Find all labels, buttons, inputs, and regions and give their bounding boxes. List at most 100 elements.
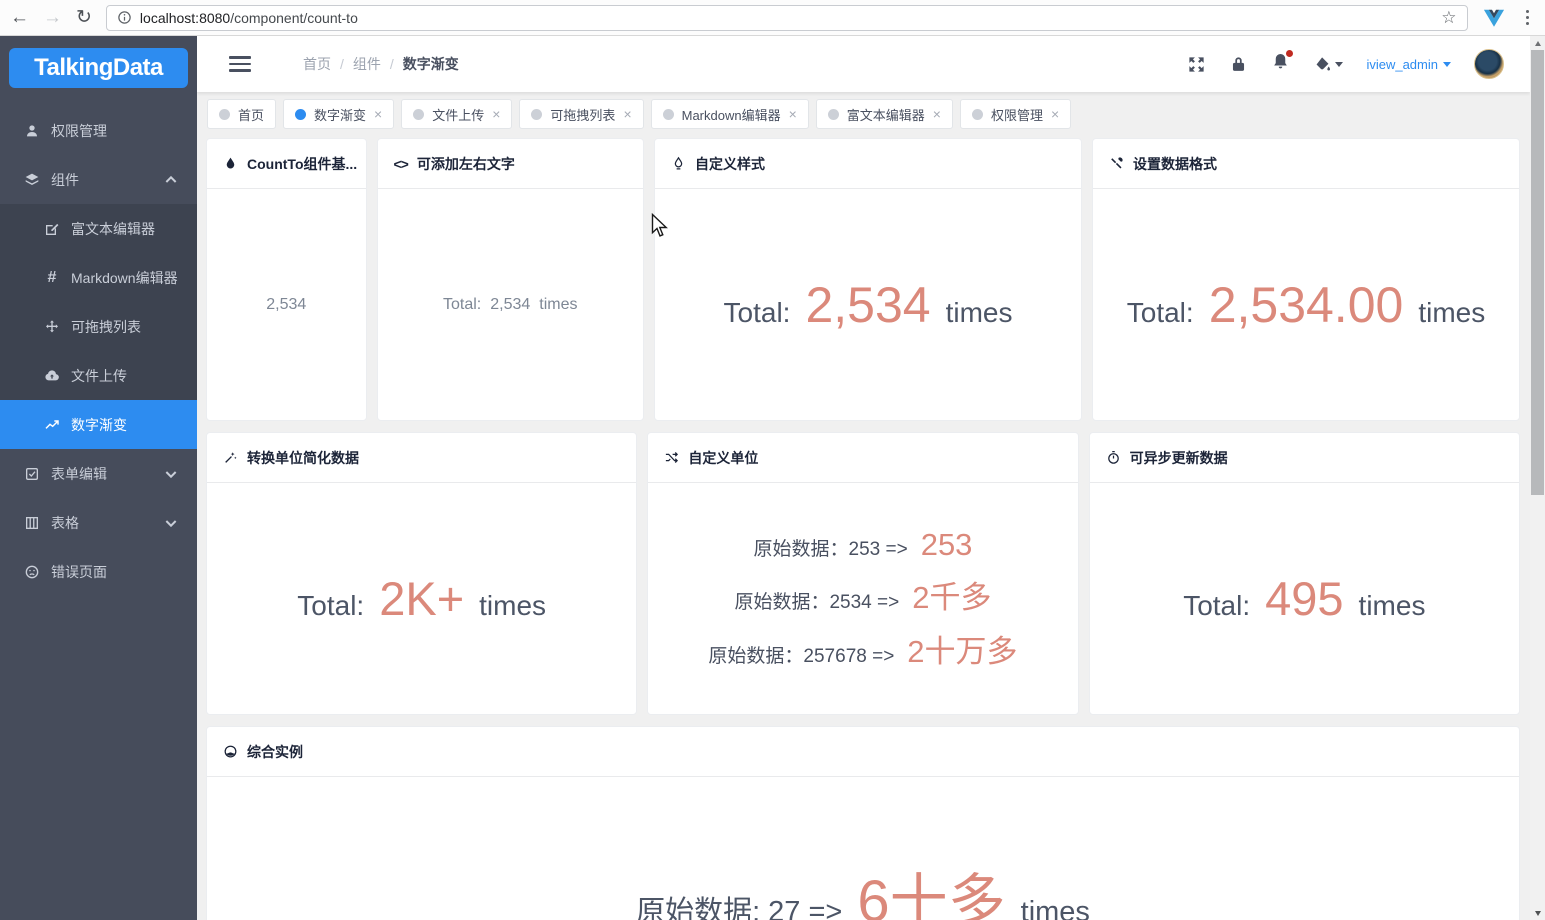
app-logo[interactable]: TalkingData: [9, 48, 188, 88]
unit-row: 原始数据：253 => 253: [753, 526, 973, 562]
sidebar-toggle-icon[interactable]: [229, 56, 251, 72]
stopwatch-icon: [1107, 450, 1119, 464]
url-text: localhost:8080/component/count-to: [139, 9, 358, 26]
card-title: 综合实例: [207, 727, 1519, 777]
bookmark-star-icon[interactable]: ☆: [1441, 8, 1456, 28]
breadcrumb-components[interactable]: 组件: [353, 54, 381, 74]
user-menu[interactable]: iview_admin: [1366, 57, 1451, 72]
lock-icon[interactable]: [1229, 55, 1248, 74]
trending-up-icon: [45, 419, 59, 429]
tab-markdown-editor[interactable]: Markdown编辑器 ×: [650, 99, 809, 129]
count-to-value: Total: 2,534.00 times: [1126, 276, 1486, 333]
top-header: 首页 / 组件 / 数字渐变 iview_admin: [197, 36, 1530, 92]
forward-icon[interactable]: →: [43, 8, 62, 27]
components-submenu: 富文本编辑器 # Markdown编辑器 可拖拽列表 文件上传 数字渐变: [0, 204, 197, 449]
tab-draggable-list[interactable]: 可拖拽列表 ×: [519, 99, 644, 129]
count-to-value: Total: 495 times: [1183, 572, 1426, 625]
close-icon[interactable]: ×: [374, 107, 382, 121]
close-icon[interactable]: ×: [789, 107, 797, 121]
code-icon: <>: [393, 155, 409, 172]
water-drop-icon: [226, 157, 235, 169]
tab-active-dot: [295, 108, 307, 120]
card-title: <> 可添加左右文字: [377, 139, 643, 189]
count-to-value: Total: 2,534 times: [723, 276, 1013, 333]
notifications-button[interactable]: [1271, 50, 1294, 76]
tab-permissions[interactable]: 权限管理 ×: [959, 99, 1072, 129]
vue-devtools-icon[interactable]: [1482, 7, 1506, 29]
tab-dot: [662, 108, 674, 120]
breadcrumb-home[interactable]: 首页: [303, 54, 331, 74]
sidebar-item-components[interactable]: 组件: [0, 155, 197, 204]
tab-rich-text-editor[interactable]: 富文本编辑器 ×: [815, 99, 953, 129]
unit-row: 原始数据：257678 => 2十万多: [708, 633, 1018, 669]
card-combined-example: 综合实例 原始数据: 27 => 6十多 times: [206, 726, 1520, 920]
sidebar-item-markdown-editor[interactable]: # Markdown编辑器: [0, 253, 197, 302]
chevron-down-icon: [165, 519, 177, 527]
grid-icon: [26, 516, 38, 529]
address-bar[interactable]: localhost:8080/component/count-to ☆: [105, 4, 1468, 31]
chevron-up-icon: [165, 175, 177, 183]
card-title: 转换单位简化数据: [207, 433, 637, 483]
close-icon[interactable]: ×: [623, 107, 631, 121]
card-data-format: 设置数据格式 Total: 2,534.00 times: [1092, 138, 1520, 421]
cloud-upload-icon: [45, 369, 59, 380]
unit-row: 原始数据：2534 => 2千多: [734, 579, 992, 615]
username: iview_admin: [1366, 56, 1438, 72]
sidebar-item-rich-text-editor[interactable]: 富文本编辑器: [0, 204, 197, 253]
contrast-icon: [224, 745, 237, 758]
chevron-down-icon: [165, 470, 177, 478]
card-title: 自定义单位: [648, 433, 1078, 483]
page-tabs-bar: 首页 数字渐变 × 文件上传 × 可拖拽列表 × Markdown编辑器 × 富…: [197, 92, 1530, 136]
magic-wand-icon: [225, 452, 237, 463]
sidebar-item-permissions[interactable]: 权限管理: [0, 106, 197, 155]
tab-dot: [413, 108, 425, 120]
card-async-update: 可异步更新数据 Total: 495 times: [1088, 432, 1520, 715]
count-to-value: 2,534: [266, 295, 307, 313]
sad-face-icon: [25, 565, 39, 578]
ink-drop-icon: [674, 156, 683, 170]
close-icon[interactable]: ×: [1051, 107, 1059, 121]
count-to-value: 原始数据: 27 => 6十多 times: [636, 869, 1090, 920]
chevron-down-icon: [1335, 61, 1344, 67]
close-icon[interactable]: ×: [492, 107, 500, 121]
card-countto-basic: CountTo组件基... 2,534: [206, 138, 367, 421]
sidebar-item-file-upload[interactable]: 文件上传: [0, 351, 197, 400]
avatar[interactable]: [1474, 49, 1504, 79]
tab-dot: [219, 108, 230, 120]
tab-dot: [827, 108, 839, 120]
layers-icon: [25, 173, 39, 185]
page-info-icon[interactable]: [117, 10, 132, 25]
notification-badge: [1286, 50, 1294, 57]
reload-icon[interactable]: ↻: [76, 8, 92, 27]
sidebar-item-draggable-list[interactable]: 可拖拽列表: [0, 302, 197, 351]
breadcrumb-current: 数字渐变: [402, 56, 459, 72]
chevron-down-icon: [1443, 61, 1451, 67]
tab-home[interactable]: 首页: [207, 99, 277, 129]
scrollbar-up-arrow[interactable]: [1530, 36, 1545, 50]
card-title: 自定义样式: [655, 139, 1081, 189]
sidebar: TalkingData 权限管理 组件 富文本编辑器 # Markdown编辑器…: [0, 36, 197, 920]
scrollbar-thumb[interactable]: [1531, 50, 1544, 495]
tools-icon: [1111, 157, 1123, 169]
close-icon[interactable]: ×: [933, 107, 941, 121]
theme-switcher[interactable]: [1313, 55, 1344, 74]
page-scrollbar[interactable]: [1530, 36, 1545, 920]
tab-count-to[interactable]: 数字渐变 ×: [283, 99, 395, 129]
fullscreen-icon[interactable]: [1187, 55, 1206, 74]
sidebar-item-tables[interactable]: 表格: [0, 498, 197, 547]
page-content: CountTo组件基... 2,534 <> 可添加左右文字 Total: 2,…: [197, 136, 1530, 920]
sidebar-item-count-to[interactable]: 数字渐变: [0, 400, 197, 449]
card-custom-unit: 自定义单位 原始数据：253 => 253 原始数据：2534 => 2千多 原…: [647, 432, 1079, 715]
count-to-value: Total: 2,534 times: [442, 295, 578, 313]
tab-dot: [531, 108, 543, 120]
count-to-value: Total: 2K+ times: [297, 572, 547, 625]
back-icon[interactable]: ←: [10, 8, 29, 27]
shuffle-icon: [666, 452, 679, 463]
tab-file-upload[interactable]: 文件上传 ×: [401, 99, 513, 129]
card-title: 设置数据格式: [1093, 139, 1519, 189]
scrollbar-down-arrow[interactable]: [1530, 906, 1545, 920]
sidebar-item-error-pages[interactable]: 错误页面: [0, 547, 197, 596]
unit-conversion-list: 原始数据：253 => 253 原始数据：2534 => 2千多 原始数据：25…: [708, 527, 1017, 671]
sidebar-item-form-editor[interactable]: 表单编辑: [0, 449, 197, 498]
browser-menu-icon[interactable]: [1520, 9, 1536, 26]
